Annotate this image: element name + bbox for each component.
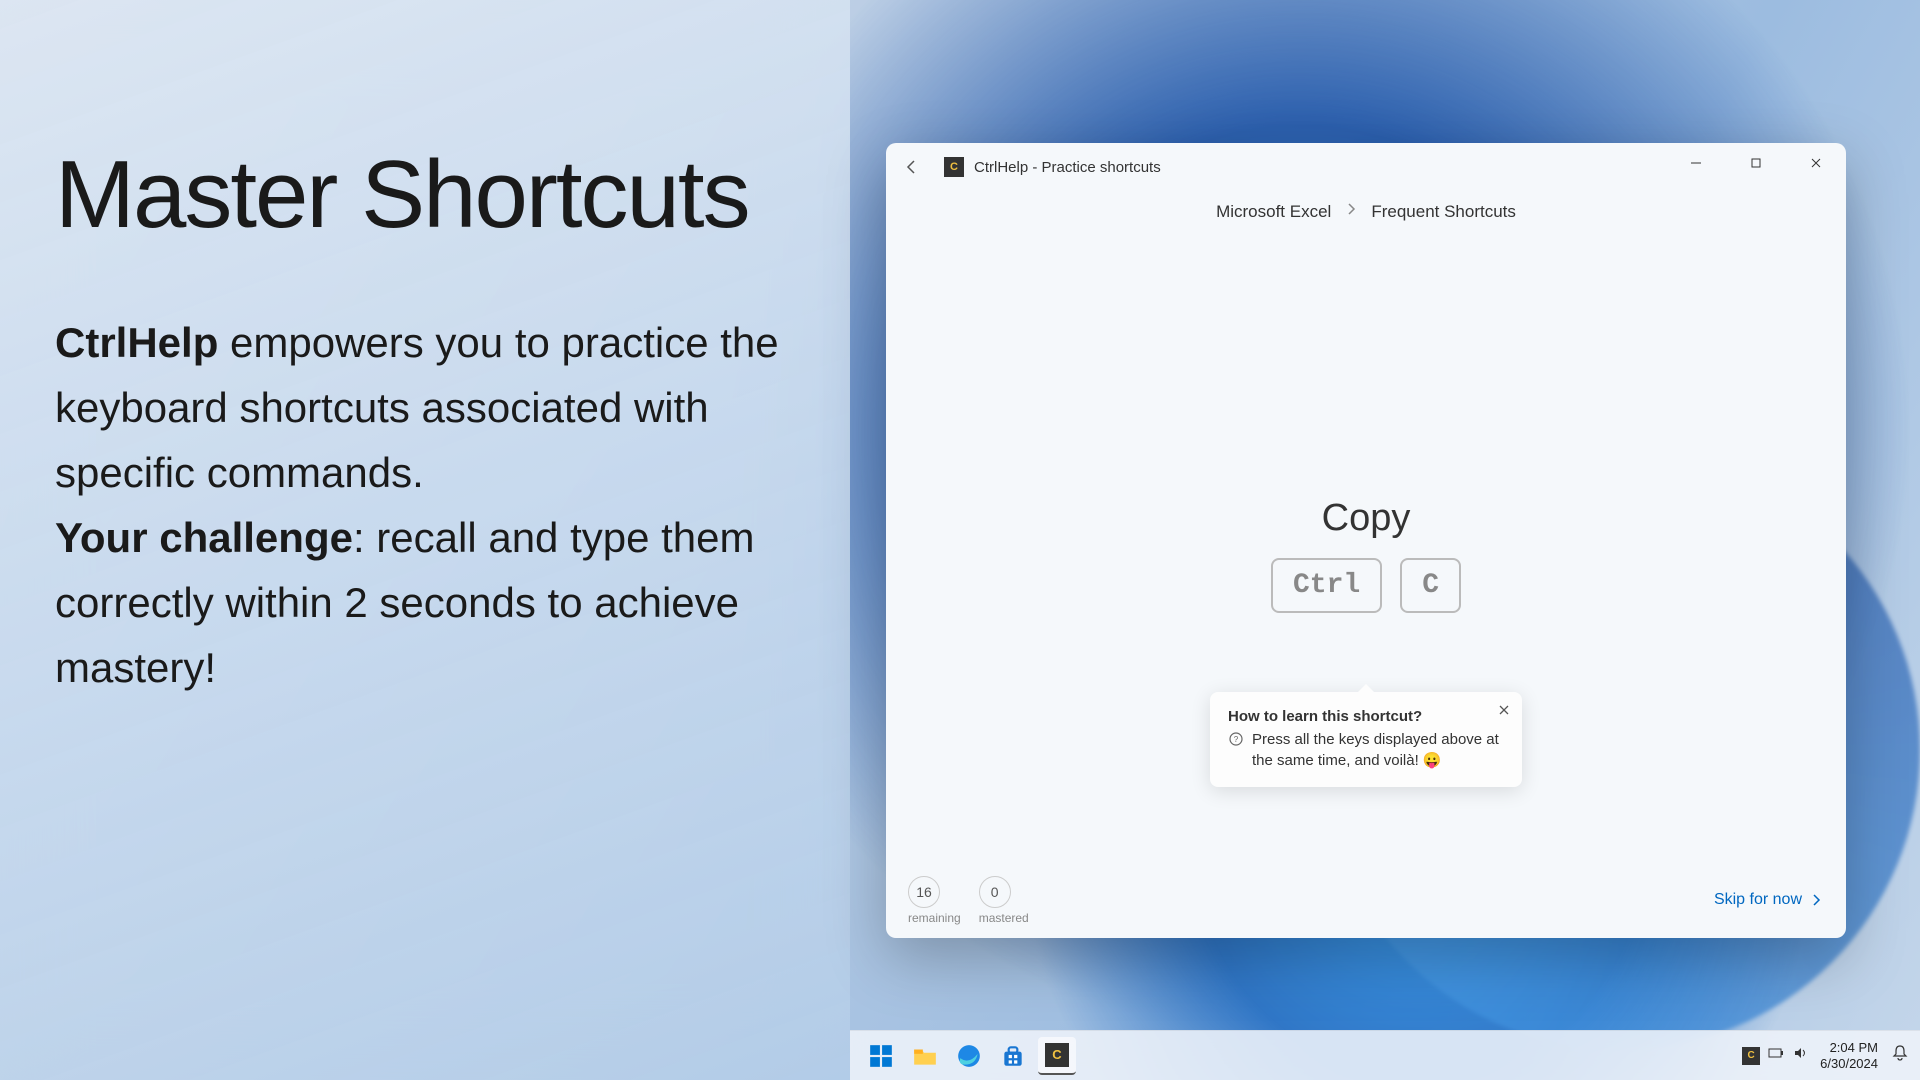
tray-clock[interactable]: 2:04 PM 6/30/2024 [1820, 1040, 1878, 1071]
hint-tooltip: How to learn this shortcut? ? Press all … [1210, 692, 1522, 787]
svg-text:?: ? [1234, 735, 1239, 744]
app-window: C CtrlHelp - Practice shortcuts Microsof… [886, 143, 1846, 938]
chevron-right-icon [1808, 892, 1824, 908]
close-button[interactable] [1786, 143, 1846, 183]
tray-date-text: 6/30/2024 [1820, 1056, 1878, 1072]
keycap: C [1400, 558, 1461, 613]
taskbar-store[interactable] [994, 1037, 1032, 1075]
app-footer: 16 remaining 0 mastered Skip for now [886, 878, 1846, 938]
maximize-icon [1748, 155, 1764, 171]
marketing-headline: Master Shortcuts [55, 140, 795, 250]
store-icon [1000, 1043, 1026, 1069]
titlebar[interactable]: C CtrlHelp - Practice shortcuts [886, 143, 1846, 191]
command-label: Copy [1322, 497, 1411, 540]
mastered-label: mastered [979, 911, 1029, 925]
close-icon [1496, 702, 1512, 718]
breadcrumb: Microsoft Excel Frequent Shortcuts [886, 191, 1846, 232]
help-icon: ? [1228, 731, 1244, 753]
minimize-button[interactable] [1666, 143, 1726, 183]
back-button[interactable] [900, 155, 924, 179]
tooltip-close-button[interactable] [1496, 702, 1512, 722]
window-title: CtrlHelp - Practice shortcuts [974, 159, 1161, 176]
marketing-body: CtrlHelp empowers you to practice the ke… [55, 310, 795, 701]
ctrlhelp-icon: C [1045, 1043, 1069, 1067]
minimize-icon [1688, 155, 1704, 171]
start-button[interactable] [862, 1037, 900, 1075]
keycap: Ctrl [1271, 558, 1382, 613]
chevron-right-icon [1343, 201, 1359, 222]
volume-icon[interactable] [1792, 1045, 1808, 1066]
edge-icon [956, 1043, 982, 1069]
skip-button[interactable]: Skip for now [1714, 891, 1824, 909]
windows-icon [868, 1043, 894, 1069]
breadcrumb-root[interactable]: Microsoft Excel [1216, 202, 1331, 222]
system-tray[interactable]: C 2:04 PM 6/30/2024 [1742, 1040, 1910, 1071]
folder-icon [912, 1043, 938, 1069]
skip-label: Skip for now [1714, 891, 1802, 909]
notifications-button[interactable] [1890, 1043, 1910, 1068]
remaining-label: remaining [908, 911, 961, 925]
tooltip-title: How to learn this shortcut? [1228, 708, 1504, 725]
taskbar-ctrlhelp[interactable]: C [1038, 1037, 1076, 1075]
marketing-panel: Master Shortcuts CtrlHelp empowers you t… [0, 0, 850, 1080]
mastered-count: 0 [979, 876, 1011, 908]
taskbar[interactable]: C C 2:04 PM 6/30/2024 [850, 1030, 1920, 1080]
maximize-button[interactable] [1726, 143, 1786, 183]
tray-time-text: 2:04 PM [1820, 1040, 1878, 1056]
tray-ctrlhelp-icon[interactable]: C [1742, 1047, 1760, 1065]
app-icon: C [944, 157, 964, 177]
taskbar-explorer[interactable] [906, 1037, 944, 1075]
shortcut-keys: Ctrl C [1271, 558, 1461, 613]
arrow-left-icon [904, 159, 920, 175]
remaining-stat: 16 remaining [908, 876, 961, 925]
network-icon[interactable] [1768, 1045, 1784, 1066]
mastered-stat: 0 mastered [979, 876, 1029, 925]
bell-icon [1890, 1043, 1910, 1063]
remaining-count: 16 [908, 876, 940, 908]
tooltip-body-text: Press all the keys displayed above at th… [1252, 729, 1504, 771]
practice-area: Copy Ctrl C How to learn this shortcut? … [886, 232, 1846, 878]
breadcrumb-leaf[interactable]: Frequent Shortcuts [1371, 202, 1516, 222]
taskbar-edge[interactable] [950, 1037, 988, 1075]
close-icon [1808, 155, 1824, 171]
